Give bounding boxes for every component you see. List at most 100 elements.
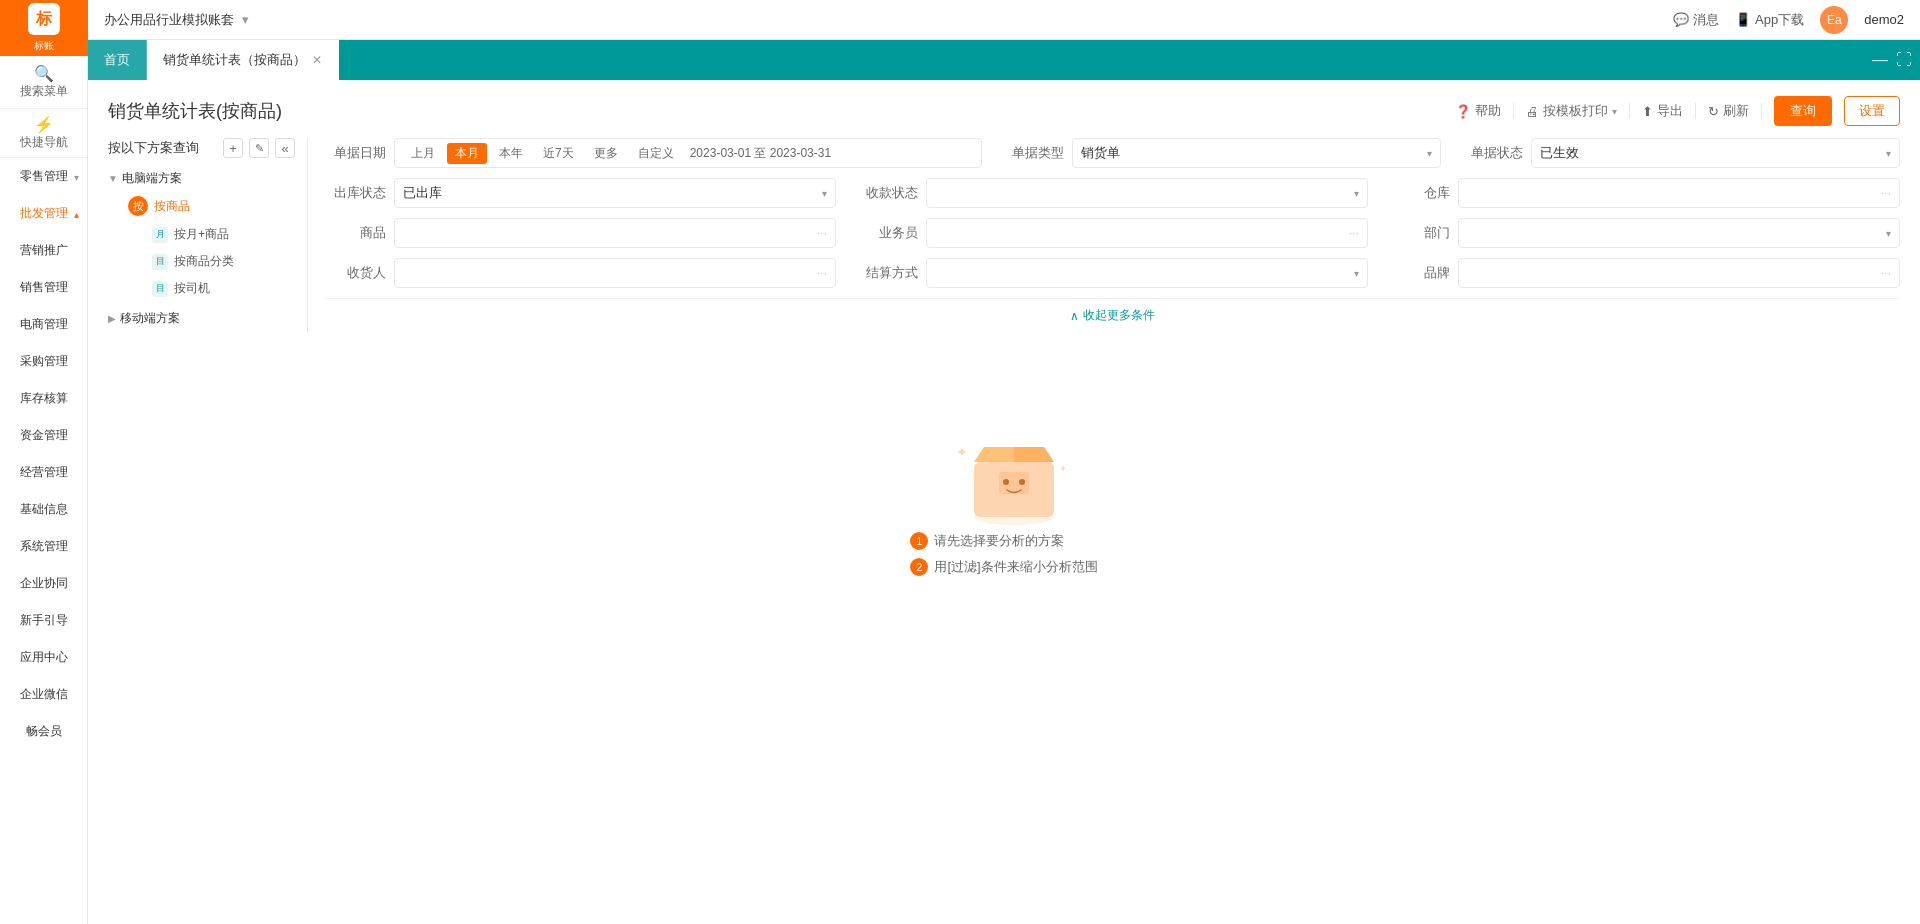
sidebar-item-newbie[interactable]: 新手引导 [0,602,87,639]
message-btn[interactable]: 💬 消息 [1673,11,1719,29]
product-control[interactable]: ··· [394,218,836,248]
sidebar-item-sales[interactable]: 销售管理 [0,269,87,306]
collapse-btn[interactable]: ∧ 收起更多条件 [324,298,1900,332]
query-btn[interactable]: 查询 [1774,96,1832,126]
empty-hint-1: 1 请先选择要分析的方案 [910,532,1097,550]
payment-control[interactable]: ▾ [926,178,1368,208]
sidebar-item-wholesale[interactable]: 批发管理 ▴ [0,195,87,232]
out-status-control[interactable]: 已出库 ▾ [394,178,836,208]
scheme-panel-icons: + ✎ « [223,138,295,158]
scheme-add-btn[interactable]: + [223,138,243,158]
sidebar: 标 标账 🔍 搜索菜单 ⚡ 快捷导航 零售管理 ▾ 批发管理 ▴ 营销推广 销售… [0,0,88,924]
recipient-more-icon: ··· [817,266,827,280]
sidebar-item-wechat[interactable]: 企业微信 [0,676,87,713]
svg-point-3 [1003,479,1009,485]
brand-control[interactable]: ··· [1458,258,1900,288]
settle-dropdown-icon: ▾ [1354,268,1359,279]
date-tab-more[interactable]: 更多 [586,143,626,164]
download-icon: 📱 [1735,12,1751,27]
dept-control[interactable]: ▾ [1458,218,1900,248]
export-btn[interactable]: ⬆ 导出 [1642,102,1683,120]
doc-status-control[interactable]: 已生效 ▾ [1531,138,1900,168]
print-btn[interactable]: 🖨 按模板打印 ▾ [1526,102,1617,120]
filter-dept: 部门 ▾ [1388,218,1900,248]
date-range-value: 2023-03-01 至 2023-03-31 [690,145,831,162]
doc-status-dropdown-icon: ▾ [1886,148,1891,159]
header-left: 办公用品行业模拟账套 ▾ [104,11,249,29]
page-content: 销货单统计表(按商品) ❓ 帮助 🖨 按模板打印 ▾ ⬆ [88,80,1920,924]
active-scheme-dot: 按 [128,196,148,216]
sidebar-item-system[interactable]: 系统管理 [0,528,87,565]
tab-close-btn[interactable]: ✕ [312,53,322,67]
scheme-category-mobile[interactable]: ▶ 移动端方案 [108,306,295,331]
doc-type-control[interactable]: 销货单 ▾ [1072,138,1441,168]
scheme-panel-header: 按以下方案查询 + ✎ « [108,138,295,158]
sidebar-search[interactable]: 🔍 搜索菜单 [0,56,87,109]
top-header: 办公用品行业模拟账套 ▾ 💬 消息 📱 App下载 Ea demo2 [88,0,1920,40]
tab-controls: — ⛶ [1864,40,1920,80]
tab-home[interactable]: 首页 [88,40,147,80]
refresh-btn[interactable]: ↻ 刷新 [1708,102,1749,120]
sidebar-quick-nav[interactable]: ⚡ 快捷导航 [0,109,87,158]
brand-more-icon: ··· [1881,266,1891,280]
sidebar-item-inventory[interactable]: 库存核算 [0,380,87,417]
avatar[interactable]: Ea [1820,6,1848,34]
tab-bar: 首页 销货单统计表（按商品） ✕ — ⛶ [88,40,1920,80]
product-more-icon: ··· [817,226,827,240]
date-tab-this-year[interactable]: 本年 [491,143,531,164]
staff-more-icon: ··· [1349,226,1359,240]
divider3 [1695,103,1696,119]
recipient-control[interactable]: ··· [394,258,836,288]
scheme-item-by-product[interactable]: 按 按商品 [108,191,295,221]
scheme-collapse-btn[interactable]: « [275,138,295,158]
scheme-edit-btn[interactable]: ✎ [249,138,269,158]
export-icon: ⬆ [1642,104,1653,119]
filter-settle: 结算方式 ▾ [856,258,1368,288]
warehouse-control[interactable]: ··· [1458,178,1900,208]
date-control[interactable]: 上月 本月 本年 近7天 更多 自定义 2023-03-01 至 2023-03… [394,138,982,168]
divider2 [1629,103,1630,119]
date-filter: 上月 本月 本年 近7天 更多 自定义 2023-03-01 至 2023-03… [403,143,831,164]
tab-expand-btn[interactable]: ⛶ [1896,51,1912,69]
svg-text:✦: ✦ [956,444,968,460]
hint-num-2: 2 [910,558,928,576]
settle-control[interactable]: ▾ [926,258,1368,288]
help-icon: ❓ [1455,104,1471,119]
date-tab-this-month[interactable]: 本月 [447,143,487,164]
app-logo[interactable]: 标 标账 [0,0,88,56]
filter-row-3: 商品 ··· 业务员 ··· [324,218,1900,248]
sidebar-item-appstore[interactable]: 应用中心 [0,639,87,676]
sidebar-item-finance[interactable]: 资金管理 [0,417,87,454]
industry-dropdown-icon[interactable]: ▾ [242,12,249,27]
settings-btn[interactable]: 设置 [1844,96,1900,126]
date-tab-7days[interactable]: 近7天 [535,143,582,164]
scheme-item-by-clerk[interactable]: 目 按司机 [108,275,295,302]
divider4 [1761,103,1762,119]
date-tab-custom[interactable]: 自定义 [630,143,682,164]
sidebar-item-ecommerce[interactable]: 电商管理 [0,306,87,343]
filter-warehouse: 仓库 ··· [1388,178,1900,208]
tab-minimize-btn[interactable]: — [1872,51,1888,69]
sidebar-item-basic[interactable]: 基础信息 [0,491,87,528]
dept-dropdown-icon: ▾ [1886,228,1891,239]
sidebar-item-collab[interactable]: 企业协同 [0,565,87,602]
page-header: 销货单统计表(按商品) ❓ 帮助 🖨 按模板打印 ▾ ⬆ [108,96,1900,126]
sidebar-item-member[interactable]: 畅会员 [0,713,87,750]
scheme-item-by-category[interactable]: 目 按商品分类 [108,248,295,275]
sidebar-item-marketing[interactable]: 营销推广 [0,232,87,269]
app-download-btn[interactable]: 📱 App下载 [1735,11,1804,29]
staff-control[interactable]: ··· [926,218,1368,248]
scheme-category-desktop[interactable]: ▼ 电脑端方案 [108,166,295,191]
sidebar-item-ops[interactable]: 经营管理 [0,454,87,491]
sub-icon-month: 月 [152,227,168,243]
sub-icon-category: 目 [152,254,168,270]
scheme-item-by-month-product[interactable]: 月 按月+商品 [108,221,295,248]
date-tab-last-month[interactable]: 上月 [403,143,443,164]
filter-doc-type: 单据类型 销货单 ▾ [1002,138,1441,168]
header-right: 💬 消息 📱 App下载 Ea demo2 [1673,6,1904,34]
help-btn[interactable]: ❓ 帮助 [1455,102,1501,120]
page-actions: ❓ 帮助 🖨 按模板打印 ▾ ⬆ 导出 [1455,96,1900,126]
tab-sales-stats[interactable]: 销货单统计表（按商品） ✕ [147,40,339,80]
sidebar-item-retail[interactable]: 零售管理 ▾ [0,158,87,195]
sidebar-item-purchase[interactable]: 采购管理 [0,343,87,380]
